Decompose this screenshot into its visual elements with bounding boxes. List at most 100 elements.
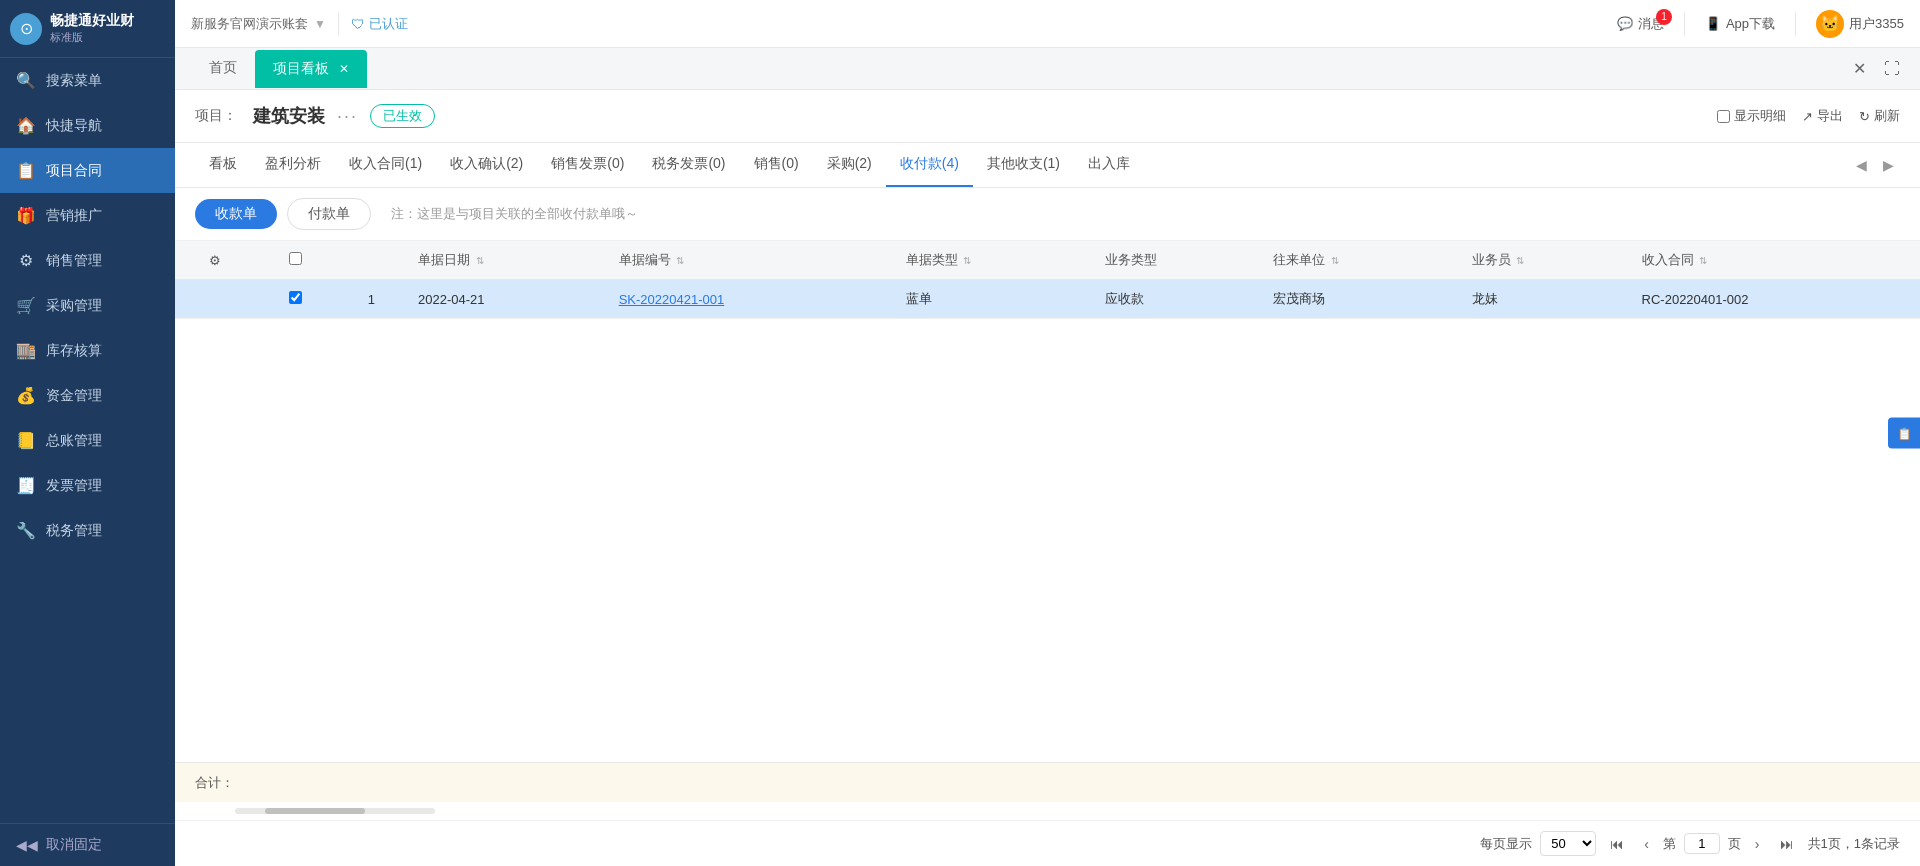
- divider-1: [338, 12, 339, 36]
- sidebar-item-invoice[interactable]: 🧾发票管理: [0, 463, 175, 508]
- app-download-button[interactable]: 📱 App下载: [1705, 15, 1775, 33]
- document-link[interactable]: SK-20220421-001: [619, 292, 725, 307]
- main-area: 新服务官网演示账套 ▼ 🛡 已认证 💬 消息 1 📱 App下载 🐱 用户335…: [175, 0, 1920, 866]
- first-page-button[interactable]: ⏮: [1604, 834, 1630, 854]
- th-checkbox[interactable]: [255, 241, 337, 280]
- table-row[interactable]: 1 2022-04-21 SK-20220421-001 蓝单 应收款 宏茂商场…: [175, 280, 1920, 319]
- refresh-button[interactable]: ↻ 刷新: [1859, 107, 1900, 125]
- tabbar-actions: ✕ ⛶: [1849, 55, 1904, 82]
- next-page-button[interactable]: ›: [1749, 834, 1766, 854]
- tab-project[interactable]: 项目看板 ✕: [255, 50, 367, 88]
- page-header: 项目： 建筑安装 ··· 已生效 显示明细 ↗ 导出 ↻ 刷新: [175, 90, 1920, 143]
- cell-checkbox[interactable]: [255, 280, 337, 319]
- page-size-select[interactable]: 10 20 50 100: [1540, 831, 1596, 856]
- last-page-button[interactable]: ⏭: [1774, 834, 1800, 854]
- logo-icon: ⊙: [10, 13, 42, 45]
- marketing-icon: 🎁: [16, 206, 36, 225]
- select-all-checkbox[interactable]: [289, 252, 302, 265]
- sub-tab-sales[interactable]: 销售(0): [740, 143, 813, 187]
- th-income-contract[interactable]: 收入合同 ⇅: [1630, 241, 1920, 280]
- unpin-label: 取消固定: [46, 836, 102, 854]
- sidebar-item-finance[interactable]: 💰 资金管理: [0, 373, 175, 418]
- th-type[interactable]: 单据类型 ⇅: [894, 241, 1093, 280]
- sub-tab-next-button[interactable]: ▶: [1877, 153, 1900, 177]
- th-date[interactable]: 单据日期 ⇅: [406, 241, 607, 280]
- user-menu[interactable]: 🐱 用户3355: [1816, 10, 1904, 38]
- show-detail-checkbox[interactable]: [1717, 110, 1730, 123]
- sidebar-item-purchase[interactable]: 🛒采购管理: [0, 283, 175, 328]
- cell-number[interactable]: SK-20220421-001: [607, 280, 894, 319]
- export-button[interactable]: ↗ 导出: [1802, 107, 1843, 125]
- th-salesman[interactable]: 业务员 ⇅: [1460, 241, 1630, 280]
- right-panel[interactable]: 📋: [1888, 418, 1920, 449]
- app-label: App下载: [1726, 15, 1775, 33]
- divider-2: [1684, 12, 1685, 36]
- sidebar-item-sales[interactable]: ⚙销售管理: [0, 238, 175, 283]
- page-label: 第: [1663, 835, 1676, 853]
- sidebar-label-finance: 资金管理: [46, 387, 102, 405]
- sort-partner-icon: ⇅: [1331, 255, 1339, 266]
- tax-icon: 🔧: [16, 521, 36, 540]
- search-icon: 🔍: [16, 71, 36, 90]
- logo-sub: 标准版: [50, 30, 134, 45]
- sidebar-item-search[interactable]: 🔍搜索菜单: [0, 58, 175, 103]
- sidebar-logo: ⊙ 畅捷通好业财 标准版: [0, 0, 175, 58]
- row-checkbox[interactable]: [289, 291, 302, 304]
- inner-tab-receipt[interactable]: 收款单: [195, 199, 277, 229]
- sub-tab-purchase[interactable]: 采购(2): [813, 143, 886, 187]
- topbar-right: 💬 消息 1 📱 App下载 🐱 用户3355: [1617, 10, 1904, 38]
- th-partner[interactable]: 往来单位 ⇅: [1261, 241, 1460, 280]
- finance-icon: 💰: [16, 386, 36, 405]
- sidebar-label-project: 项目合同: [46, 162, 102, 180]
- sidebar-item-shortcut[interactable]: 🏠快捷导航: [0, 103, 175, 148]
- sidebar-unpin[interactable]: ◀◀ 取消固定: [0, 823, 175, 866]
- th-number[interactable]: 单据编号 ⇅: [607, 241, 894, 280]
- ledger-icon: 📒: [16, 431, 36, 450]
- sub-tab-sales-invoice[interactable]: 销售发票(0): [537, 143, 638, 187]
- sub-tab-other[interactable]: 其他收支(1): [973, 143, 1074, 187]
- purchase-icon: 🛒: [16, 296, 36, 315]
- sub-tab-profit[interactable]: 盈利分析: [251, 143, 335, 187]
- inner-tab-payment[interactable]: 付款单: [287, 198, 371, 230]
- sub-tab-income-confirm[interactable]: 收入确认(2): [436, 143, 537, 187]
- page-size-label: 每页显示: [1480, 835, 1532, 853]
- scrollbar-thumb[interactable]: [265, 808, 365, 814]
- expand-window-button[interactable]: ⛶: [1880, 56, 1904, 82]
- table-body: 1 2022-04-21 SK-20220421-001 蓝单 应收款 宏茂商场…: [175, 280, 1920, 319]
- tab-close-icon[interactable]: ✕: [339, 62, 349, 76]
- prev-page-button[interactable]: ‹: [1638, 834, 1655, 854]
- sub-tab-income-contract[interactable]: 收入合同(1): [335, 143, 436, 187]
- right-panel-icon: 📋: [1897, 426, 1911, 441]
- sub-tab-warehouse[interactable]: 出入库: [1074, 143, 1144, 187]
- sidebar-item-tax[interactable]: 🔧税务管理: [0, 508, 175, 553]
- table-footer: 合计：: [175, 762, 1920, 802]
- sub-tab-kanban[interactable]: 看板: [195, 143, 251, 187]
- sub-tab-receipt[interactable]: 收付款(4): [886, 143, 973, 187]
- th-biz-type: 业务类型: [1093, 241, 1261, 280]
- sub-tab-tax-invoice[interactable]: 税务发票(0): [638, 143, 739, 187]
- sidebar-item-marketing[interactable]: 🎁营销推广: [0, 193, 175, 238]
- show-detail-checkbox-label[interactable]: 显示明细: [1717, 107, 1786, 125]
- scrollbar-track[interactable]: [235, 808, 435, 814]
- sub-tab-prev-button[interactable]: ◀: [1850, 153, 1873, 177]
- message-button[interactable]: 💬 消息 1: [1617, 15, 1664, 33]
- page-number-input[interactable]: [1684, 833, 1720, 854]
- th-settings[interactable]: ⚙: [175, 241, 255, 280]
- sidebar-item-ledger[interactable]: 📒总账管理: [0, 418, 175, 463]
- more-options-button[interactable]: ···: [337, 106, 358, 127]
- account-label: 新服务官网演示账套: [191, 15, 308, 33]
- cell-contract: RC-20220401-002: [1630, 280, 1920, 319]
- close-window-button[interactable]: ✕: [1849, 55, 1870, 82]
- tab-home[interactable]: 首页: [191, 49, 255, 89]
- logo-text-block: 畅捷通好业财 标准版: [50, 12, 134, 45]
- certified-label: 已认证: [369, 15, 408, 33]
- account-selector[interactable]: 新服务官网演示账套 ▼: [191, 15, 326, 33]
- sales-icon: ⚙: [16, 251, 36, 270]
- total-info: 共1页，1条记录: [1808, 835, 1900, 853]
- inner-tab-hint: 注：这里是与项目关联的全部收付款单哦～: [391, 205, 638, 223]
- cell-date: 2022-04-21: [406, 280, 607, 319]
- sidebar-item-inventory[interactable]: 🏬库存核算: [0, 328, 175, 373]
- page-header-right: 显示明细 ↗ 导出 ↻ 刷新: [1717, 107, 1900, 125]
- invoice-icon: 🧾: [16, 476, 36, 495]
- sidebar-item-project[interactable]: 📋项目合同: [0, 148, 175, 193]
